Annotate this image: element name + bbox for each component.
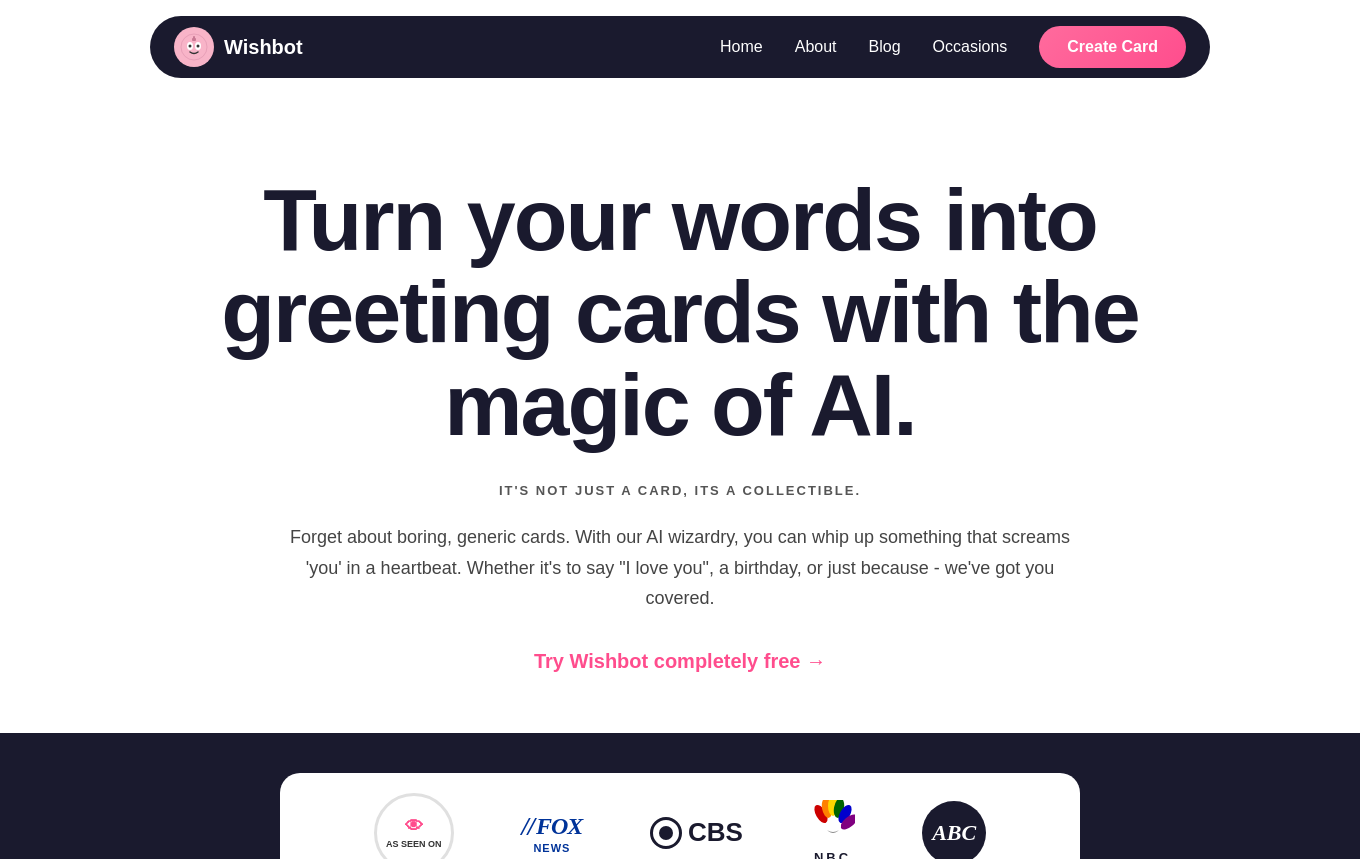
- nav-link-about[interactable]: About: [795, 38, 837, 56]
- nav-wrapper: Wishbot Home About Blog Occasions Create…: [0, 0, 1360, 94]
- nav-link-occasions[interactable]: Occasions: [933, 38, 1008, 56]
- cbs-logo: CBS: [650, 817, 743, 849]
- press-section: 👁 AS SEEN ON // FOX NEWS CBS: [0, 733, 1360, 859]
- hero-subtitle: IT'S NOT JUST A CARD, ITS A COLLECTIBLE.: [170, 483, 1190, 498]
- logo-icon: [174, 27, 214, 67]
- nbc-peacock-icon: [811, 800, 855, 846]
- hero-cta-link[interactable]: Try Wishbot completely free →: [534, 650, 826, 672]
- nav-link-blog[interactable]: Blog: [869, 38, 901, 56]
- svg-rect-6: [193, 36, 195, 39]
- logo-text: Wishbot: [224, 36, 303, 59]
- cbs-text: CBS: [688, 817, 743, 848]
- cbs-circle: [650, 817, 682, 849]
- create-card-button[interactable]: Create Card: [1039, 26, 1186, 68]
- eye-icon: 👁: [405, 816, 423, 838]
- as-seen-on-text: AS SEEN ON: [386, 839, 442, 850]
- svg-point-4: [197, 45, 200, 48]
- nav-logo[interactable]: Wishbot: [174, 27, 688, 67]
- nbc-logo: NBC: [811, 800, 855, 859]
- fox-news-text: NEWS: [533, 842, 570, 854]
- nbc-text: NBC: [814, 850, 851, 859]
- fox-news-logo: // FOX NEWS: [521, 812, 582, 854]
- nav-links: Home About Blog Occasions: [720, 38, 1007, 56]
- svg-point-3: [189, 45, 192, 48]
- hero-section: Turn your words into greeting cards with…: [130, 94, 1230, 733]
- abc-logo: ABC: [922, 801, 986, 859]
- press-bar: 👁 AS SEEN ON // FOX NEWS CBS: [280, 773, 1080, 859]
- navbar: Wishbot Home About Blog Occasions Create…: [150, 16, 1210, 78]
- hero-title: Turn your words into greeting cards with…: [170, 174, 1190, 451]
- abc-text: ABC: [932, 820, 976, 846]
- hero-description: Forget about boring, generic cards. With…: [280, 522, 1080, 614]
- svg-point-14: [825, 820, 841, 832]
- nav-link-home[interactable]: Home: [720, 38, 763, 56]
- as-seen-on-badge: 👁 AS SEEN ON: [374, 793, 454, 859]
